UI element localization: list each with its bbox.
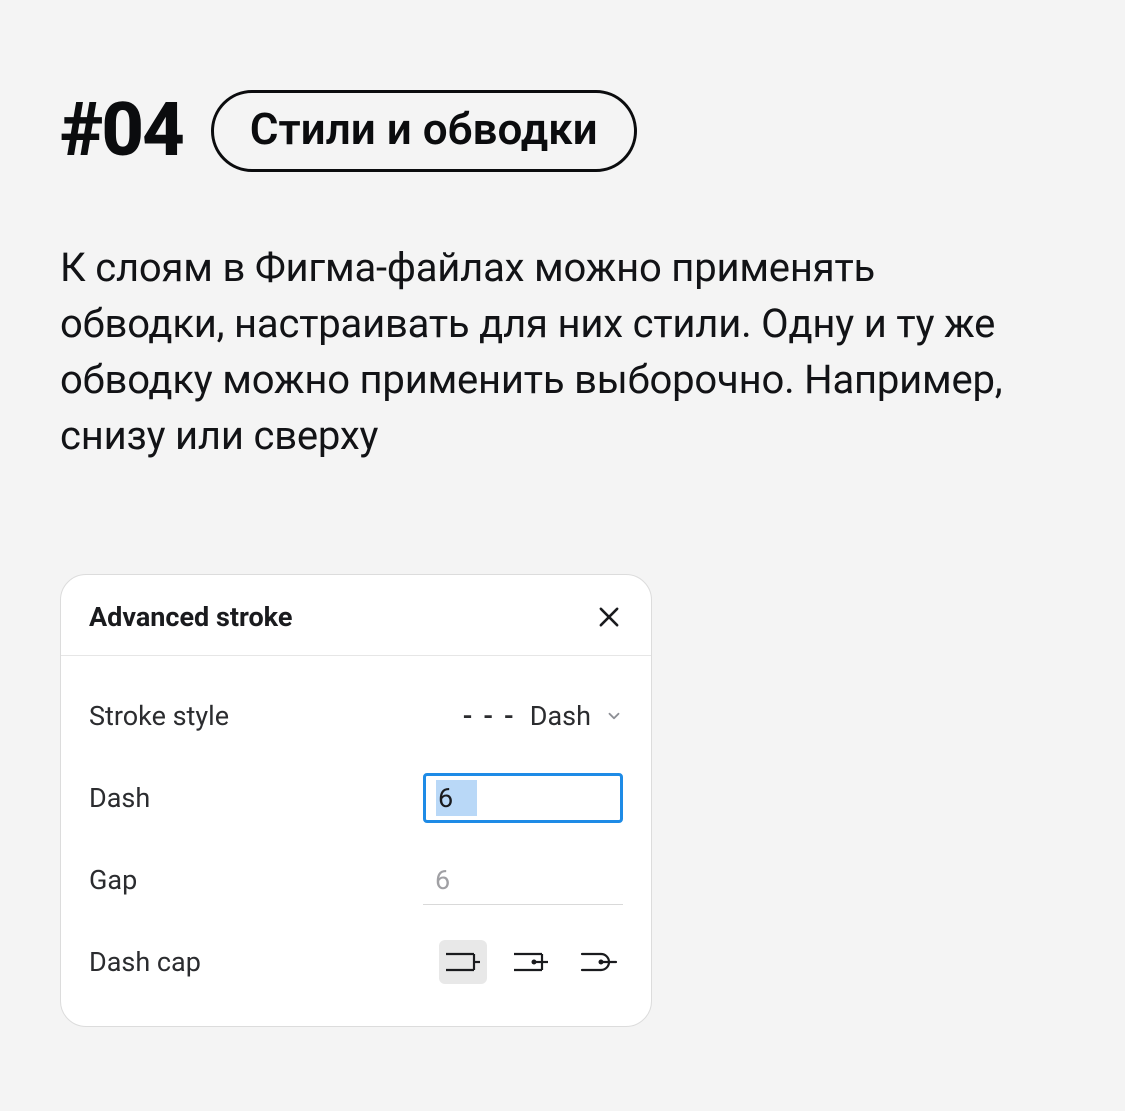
cap-round-icon	[580, 948, 618, 976]
close-icon	[595, 603, 623, 631]
row-gap: Gap 6	[89, 852, 623, 908]
label-stroke-style: Stroke style	[89, 700, 229, 732]
row-stroke-style: Stroke style - - - Dash	[89, 688, 623, 744]
dash-cap-group	[439, 940, 623, 984]
panel-body: Stroke style - - - Dash Dash 6	[61, 656, 651, 1026]
gap-input[interactable]: 6	[423, 855, 623, 905]
panel-header: Advanced stroke	[61, 575, 651, 656]
dash-input-value: 6	[436, 780, 477, 816]
label-dash: Dash	[89, 782, 150, 814]
dash-input[interactable]: 6	[423, 773, 623, 823]
description-text: К слоям в Фигма-файлах можно применять о…	[60, 240, 1020, 464]
gap-input-value: 6	[435, 864, 450, 896]
heading-number: #04	[60, 94, 183, 168]
dash-cap-round-button[interactable]	[575, 940, 623, 984]
chevron-down-icon	[605, 707, 623, 725]
heading-badge: Стили и обводки	[211, 90, 637, 172]
stroke-style-dropdown[interactable]: - - - Dash	[463, 700, 623, 732]
close-button[interactable]	[595, 603, 623, 631]
dash-cap-none-button[interactable]	[439, 940, 487, 984]
dash-glyph-icon: - - -	[463, 700, 516, 732]
cap-none-icon	[444, 948, 482, 976]
stroke-style-value: Dash	[530, 700, 591, 732]
advanced-stroke-panel: Advanced stroke Stroke style - - - Dash	[60, 574, 652, 1027]
page-heading: #04 Стили и обводки	[60, 90, 1065, 172]
label-dash-cap: Dash cap	[89, 946, 201, 978]
row-dash-cap: Dash cap	[89, 934, 623, 990]
label-gap: Gap	[89, 864, 137, 896]
dash-cap-square-button[interactable]	[507, 940, 555, 984]
cap-square-icon	[512, 948, 550, 976]
panel-title: Advanced stroke	[89, 601, 292, 633]
row-dash: Dash 6	[89, 770, 623, 826]
